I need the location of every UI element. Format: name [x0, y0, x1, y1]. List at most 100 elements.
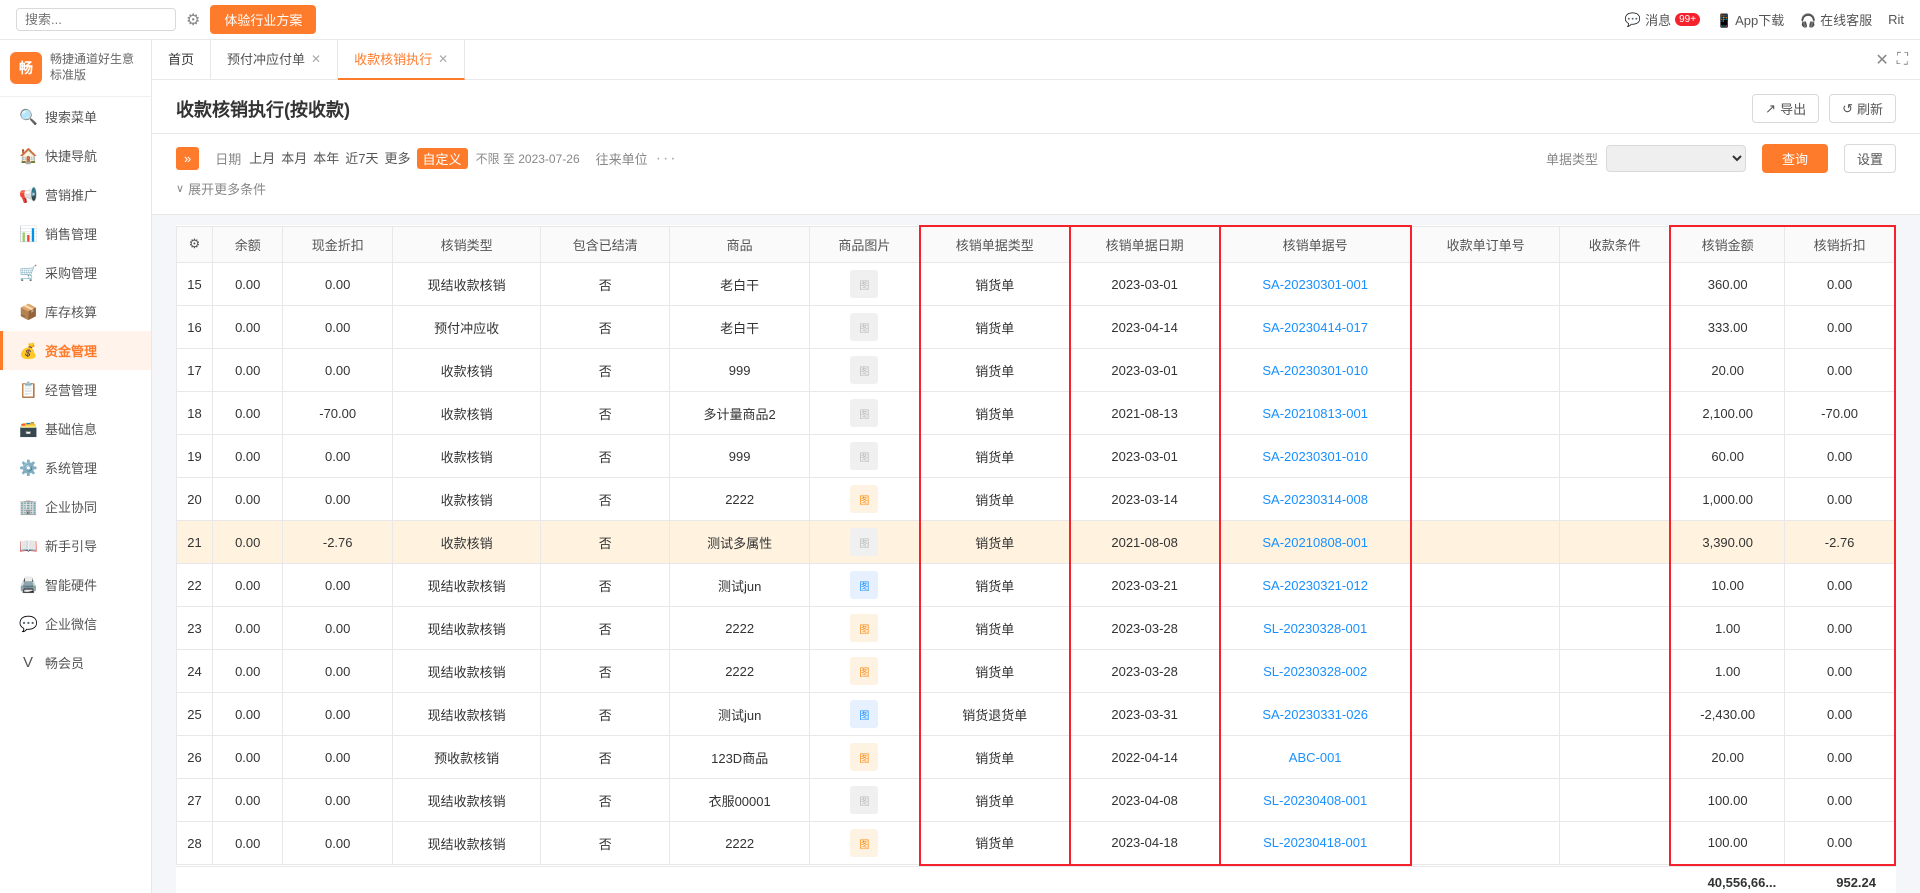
settings-icon-btn[interactable]: ⚙: [186, 10, 200, 30]
sidebar-item-sales[interactable]: 📊 销售管理: [0, 214, 151, 253]
tab-prepay[interactable]: 预付冲应付单 ✕: [211, 40, 338, 80]
td-amount: 1,000.00: [1670, 478, 1785, 521]
td-disc: 0.00: [1785, 693, 1895, 736]
refresh-icon: ↺: [1842, 101, 1853, 117]
td-goods: 2222: [670, 607, 810, 650]
logo-icon: 畅: [10, 52, 42, 84]
export-btn[interactable]: ↗ 导出: [1752, 94, 1819, 123]
filter-row-1: » 日期 上月 本月 本年 近7天 更多 自定义 不限 至 2023-07-26…: [176, 144, 1896, 173]
sidebar-item-hardware[interactable]: 🖨️ 智能硬件: [0, 565, 151, 604]
sidebar-item-guide[interactable]: 📖 新手引导: [0, 526, 151, 565]
top-bar: ⚙ 体验行业方案 💬 消息 99+ 📱 App下载 🎧 在线客服 Rit: [0, 0, 1920, 40]
td-receipt-order: [1411, 349, 1560, 392]
tab-receipt[interactable]: 收款核销执行 ✕: [338, 40, 465, 80]
td-doc-no: SL-20230328-002: [1220, 650, 1411, 693]
date-link-last-month[interactable]: 上月: [249, 148, 275, 169]
td-doc-type: 销货单: [920, 392, 1070, 435]
online-service-btn[interactable]: 🎧 在线客服: [1800, 10, 1872, 29]
sidebar-item-marketing[interactable]: 📢 营销推广: [0, 175, 151, 214]
td-doc-no: SL-20230418-001: [1220, 822, 1411, 865]
amount-total: 40,556,66...: [1708, 875, 1777, 890]
td-included: 否: [541, 564, 670, 607]
doc-type-select[interactable]: [1606, 145, 1746, 172]
td-goods-img: 图: [810, 650, 920, 693]
operation-icon: 📋: [19, 381, 37, 399]
td-receipt-cond: [1560, 306, 1670, 349]
sidebar-item-enterprise[interactable]: 🏢 企业协同: [0, 487, 151, 526]
sidebar-label-wechat: 企业微信: [45, 614, 97, 633]
td-amount: 1.00: [1670, 650, 1785, 693]
td-doc-no: SA-20230301-010: [1220, 435, 1411, 478]
td-goods: 123D商品: [670, 736, 810, 779]
td-doc-no: SA-20210813-001: [1220, 392, 1411, 435]
date-link-this-year[interactable]: 本年: [313, 148, 339, 169]
td-doc-date: 2023-03-28: [1070, 650, 1220, 693]
filter-settings-btn[interactable]: 设置: [1844, 144, 1896, 173]
td-num: 26: [177, 736, 213, 779]
td-goods-img: 图: [810, 693, 920, 736]
table-footer: 40,556,66... 952.24: [176, 866, 1896, 893]
td-verify-type: 收款核销: [392, 392, 540, 435]
td-doc-no: SA-20230414-017: [1220, 306, 1411, 349]
td-goods-img: 图: [810, 478, 920, 521]
td-doc-date: 2023-04-18: [1070, 822, 1220, 865]
sidebar-label-guide: 新手引导: [45, 536, 97, 555]
enterprise-icon: 🏢: [19, 498, 37, 516]
sidebar-label-inventory: 库存核算: [45, 302, 97, 321]
td-cash-disc: 0.00: [283, 435, 392, 478]
td-doc-type: 销货单: [920, 521, 1070, 564]
th-receipt-cond: 收款条件: [1560, 226, 1670, 263]
sidebar-item-inventory[interactable]: 📦 库存核算: [0, 292, 151, 331]
date-link-7days[interactable]: 近7天: [345, 148, 378, 169]
date-link-this-month[interactable]: 本月: [281, 148, 307, 169]
td-verify-type: 现结收款核销: [392, 693, 540, 736]
th-verify-type: 核销类型: [392, 226, 540, 263]
table-container[interactable]: ⚙ 余额 现金折扣 核销类型 包含已结清 商品 商品图片 核销单据类型 核销单据…: [152, 215, 1920, 893]
query-btn[interactable]: 查询: [1762, 144, 1828, 173]
tab-home[interactable]: 首页: [152, 40, 211, 80]
window-close-btn[interactable]: ✕: [1875, 50, 1888, 70]
tab-prepay-close[interactable]: ✕: [311, 52, 321, 66]
message-btn[interactable]: 💬 消息 99+: [1625, 10, 1700, 29]
date-links: 上月 本月 本年 近7天 更多 自定义: [249, 148, 467, 169]
td-amount: 20.00: [1670, 736, 1785, 779]
filter-area: » 日期 上月 本月 本年 近7天 更多 自定义 不限 至 2023-07-26…: [152, 134, 1920, 215]
table-row: 22 0.00 0.00 现结收款核销 否 测试jun 图 销货单 2023-0…: [177, 564, 1896, 607]
window-maximize-btn[interactable]: ⛶: [1897, 51, 1908, 69]
td-receipt-cond: [1560, 736, 1670, 779]
sidebar-item-system[interactable]: ⚙️ 系统管理: [0, 448, 151, 487]
td-num: 17: [177, 349, 213, 392]
sidebar-item-shortcut[interactable]: 🏠 快捷导航: [0, 136, 151, 175]
guide-icon: 📖: [19, 537, 37, 555]
td-verify-type: 收款核销: [392, 435, 540, 478]
date-link-more[interactable]: 更多: [385, 148, 411, 169]
date-link-custom[interactable]: 自定义: [417, 148, 468, 169]
td-doc-date: 2023-04-14: [1070, 306, 1220, 349]
sidebar-item-wechat[interactable]: 💬 企业微信: [0, 604, 151, 643]
expand-conditions-btn[interactable]: ∨ 展开更多条件: [176, 179, 1896, 198]
td-receipt-order: [1411, 607, 1560, 650]
top-search-input[interactable]: [16, 8, 176, 31]
sidebar-item-search[interactable]: 🔍 搜索菜单: [0, 97, 151, 136]
filter-collapse-btn[interactable]: »: [176, 147, 199, 170]
sidebar-item-member[interactable]: V 畅会员: [0, 643, 151, 682]
td-goods: 测试jun: [670, 564, 810, 607]
app-download-btn[interactable]: 📱 App下载: [1716, 10, 1784, 29]
td-receipt-cond: [1560, 478, 1670, 521]
sidebar-item-basic[interactable]: 🗃️ 基础信息: [0, 409, 151, 448]
sidebar-label-finance: 资金管理: [45, 341, 97, 360]
sidebar-item-operation[interactable]: 📋 经营管理: [0, 370, 151, 409]
user-info[interactable]: Rit: [1888, 12, 1904, 27]
td-doc-date: 2023-03-31: [1070, 693, 1220, 736]
sidebar-item-finance[interactable]: 💰 资金管理: [0, 331, 151, 370]
td-num: 24: [177, 650, 213, 693]
industry-solution-btn[interactable]: 体验行业方案: [210, 5, 316, 34]
td-cash-disc: 0.00: [283, 349, 392, 392]
main-content: 首页 预付冲应付单 ✕ 收款核销执行 ✕ ✕ ⛶ 收款核销执行(按收款) ↗: [152, 40, 1920, 893]
sidebar-item-purchase[interactable]: 🛒 采购管理: [0, 253, 151, 292]
from-unit-ellipsis[interactable]: ···: [656, 150, 678, 168]
refresh-btn[interactable]: ↺ 刷新: [1829, 94, 1896, 123]
data-table: ⚙ 余额 现金折扣 核销类型 包含已结清 商品 商品图片 核销单据类型 核销单据…: [176, 225, 1896, 866]
tab-receipt-close[interactable]: ✕: [438, 52, 448, 66]
td-goods: 2222: [670, 822, 810, 865]
